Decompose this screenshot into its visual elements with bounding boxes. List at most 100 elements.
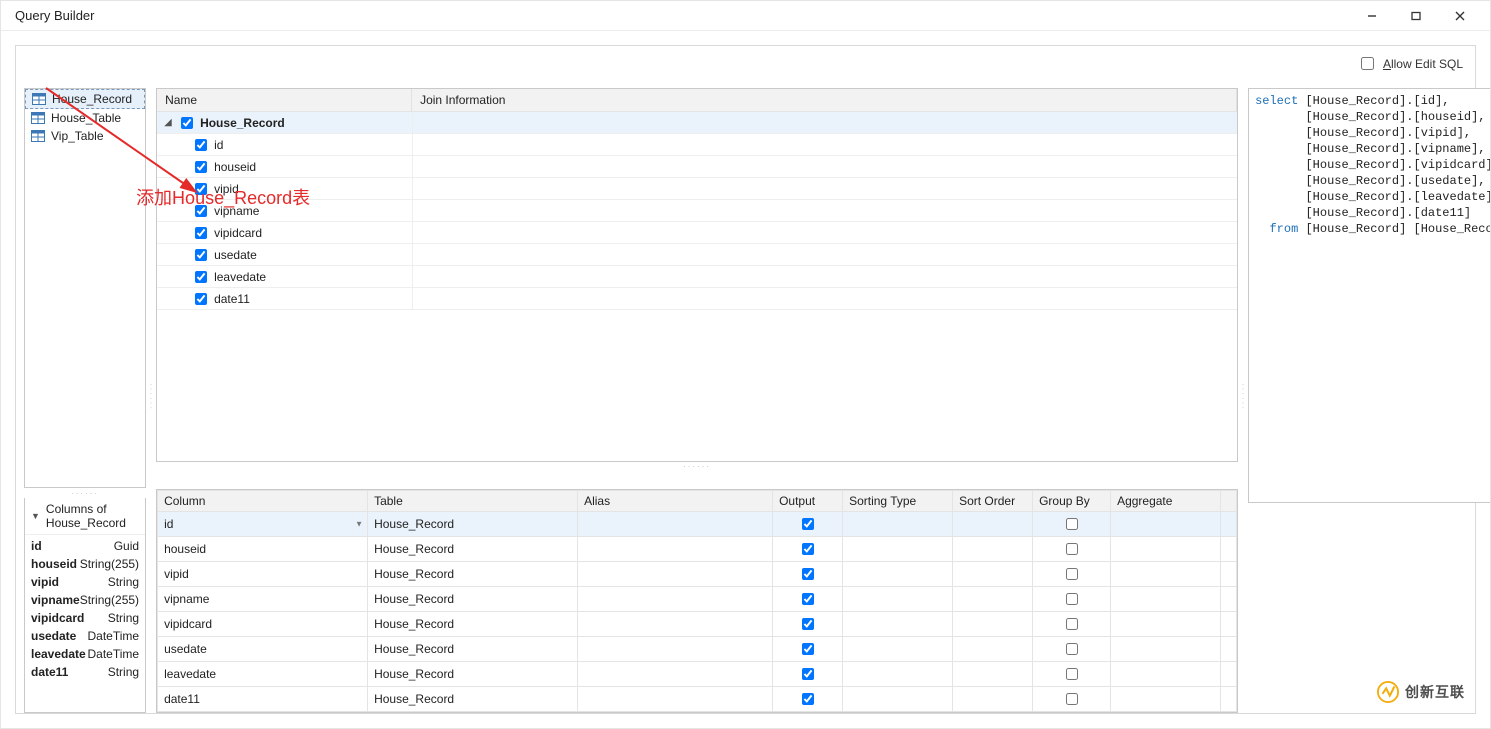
cell-table[interactable]: House_Record (368, 687, 578, 712)
table-item[interactable]: House_Table (25, 109, 145, 127)
tree-field-checkbox[interactable] (195, 249, 207, 261)
cell-aggregate[interactable] (1111, 687, 1221, 712)
cell-group-by[interactable] (1033, 612, 1111, 637)
cell-table[interactable]: House_Record (368, 512, 578, 537)
output-checkbox[interactable] (802, 643, 814, 655)
splitter-middle-horizontal[interactable]: ······ (156, 462, 1238, 471)
th-column[interactable]: Column (158, 491, 368, 512)
column-info-row[interactable]: usedateDateTime (31, 627, 139, 645)
cell-alias[interactable] (578, 562, 773, 587)
tree-row[interactable]: vipname (157, 200, 1237, 222)
groupby-checkbox[interactable] (1066, 618, 1078, 630)
tree-field-checkbox[interactable] (195, 139, 207, 151)
tables-list[interactable]: House_RecordHouse_TableVip_Table (24, 88, 146, 488)
cell-table[interactable]: House_Record (368, 537, 578, 562)
tree-header-name[interactable]: Name (157, 89, 412, 111)
cell-group-by[interactable] (1033, 687, 1111, 712)
cell-aggregate[interactable] (1111, 562, 1221, 587)
tree-field-checkbox[interactable] (195, 183, 207, 195)
column-info-row[interactable]: date11String (31, 663, 139, 681)
cell-alias[interactable] (578, 512, 773, 537)
output-checkbox[interactable] (802, 668, 814, 680)
cell-sort-order[interactable] (953, 512, 1033, 537)
cell-output[interactable] (773, 662, 843, 687)
tree-row[interactable]: houseid (157, 156, 1237, 178)
cell-alias[interactable] (578, 662, 773, 687)
cell-sorting-type[interactable] (843, 587, 953, 612)
tree-field-checkbox[interactable] (195, 293, 207, 305)
cell-column[interactable]: vipname (158, 587, 368, 612)
tree-field-checkbox[interactable] (195, 205, 207, 217)
criteria-row[interactable]: houseidHouse_Record (158, 537, 1237, 562)
toolbar-allow-edit-sql[interactable]: Allow Edit SQL (1357, 54, 1463, 73)
cell-alias[interactable] (578, 612, 773, 637)
cell-column[interactable]: vipidcard (158, 612, 368, 637)
cell-aggregate[interactable] (1111, 662, 1221, 687)
output-checkbox[interactable] (802, 618, 814, 630)
cell-sorting-type[interactable] (843, 637, 953, 662)
cell-sorting-type[interactable] (843, 512, 953, 537)
tree-field-checkbox[interactable] (195, 227, 207, 239)
tree-root-checkbox[interactable] (181, 117, 193, 129)
groupby-checkbox[interactable] (1066, 643, 1078, 655)
cell-column[interactable]: id▼ (158, 512, 368, 537)
cell-sort-order[interactable] (953, 537, 1033, 562)
cell-alias[interactable] (578, 687, 773, 712)
cell-group-by[interactable] (1033, 537, 1111, 562)
maximize-button[interactable] (1394, 2, 1438, 30)
cell-table[interactable]: House_Record (368, 662, 578, 687)
groupby-checkbox[interactable] (1066, 693, 1078, 705)
criteria-row[interactable]: usedateHouse_Record (158, 637, 1237, 662)
tree-field-checkbox[interactable] (195, 161, 207, 173)
cell-aggregate[interactable] (1111, 637, 1221, 662)
tree-row-root[interactable]: ◢House_Record (157, 112, 1237, 134)
cell-aggregate[interactable] (1111, 512, 1221, 537)
cell-aggregate[interactable] (1111, 537, 1221, 562)
tree-row[interactable]: usedate (157, 244, 1237, 266)
sql-text[interactable]: select [House_Record].[id], [House_Recor… (1249, 89, 1491, 484)
criteria-row[interactable]: id▼House_Record (158, 512, 1237, 537)
cell-group-by[interactable] (1033, 587, 1111, 612)
cell-output[interactable] (773, 687, 843, 712)
cell-alias[interactable] (578, 637, 773, 662)
cell-output[interactable] (773, 637, 843, 662)
tree-row[interactable]: leavedate (157, 266, 1237, 288)
table-item[interactable]: House_Record (25, 89, 145, 109)
cell-group-by[interactable] (1033, 562, 1111, 587)
output-checkbox[interactable] (802, 593, 814, 605)
cell-column[interactable]: vipid (158, 562, 368, 587)
dropdown-arrow-icon[interactable]: ▼ (355, 520, 363, 529)
tree-row[interactable]: vipid (157, 178, 1237, 200)
cell-sort-order[interactable] (953, 662, 1033, 687)
cell-sort-order[interactable] (953, 562, 1033, 587)
cell-sort-order[interactable] (953, 637, 1033, 662)
cell-group-by[interactable] (1033, 637, 1111, 662)
criteria-row[interactable]: vipidHouse_Record (158, 562, 1237, 587)
close-button[interactable] (1438, 2, 1482, 30)
cell-alias[interactable] (578, 587, 773, 612)
splitter-vertical-right[interactable]: ······ (1238, 80, 1248, 713)
cell-sort-order[interactable] (953, 687, 1033, 712)
cell-table[interactable]: House_Record (368, 587, 578, 612)
cell-output[interactable] (773, 612, 843, 637)
th-group-by[interactable]: Group By (1033, 491, 1111, 512)
cell-group-by[interactable] (1033, 662, 1111, 687)
allow-edit-sql-checkbox[interactable] (1361, 57, 1374, 70)
cell-alias[interactable] (578, 537, 773, 562)
column-info-row[interactable]: vipidString (31, 573, 139, 591)
cell-sort-order[interactable] (953, 612, 1033, 637)
expander-icon[interactable]: ◢ (163, 118, 173, 128)
cell-group-by[interactable] (1033, 512, 1111, 537)
cell-sorting-type[interactable] (843, 612, 953, 637)
cell-sort-order[interactable] (953, 587, 1033, 612)
cell-table[interactable]: House_Record (368, 612, 578, 637)
criteria-row[interactable]: date11House_Record (158, 687, 1237, 712)
criteria-row[interactable]: vipnameHouse_Record (158, 587, 1237, 612)
th-table[interactable]: Table (368, 491, 578, 512)
groupby-checkbox[interactable] (1066, 593, 1078, 605)
cell-sorting-type[interactable] (843, 537, 953, 562)
cell-aggregate[interactable] (1111, 587, 1221, 612)
cell-table[interactable]: House_Record (368, 562, 578, 587)
cell-output[interactable] (773, 537, 843, 562)
th-sort-order[interactable]: Sort Order (953, 491, 1033, 512)
